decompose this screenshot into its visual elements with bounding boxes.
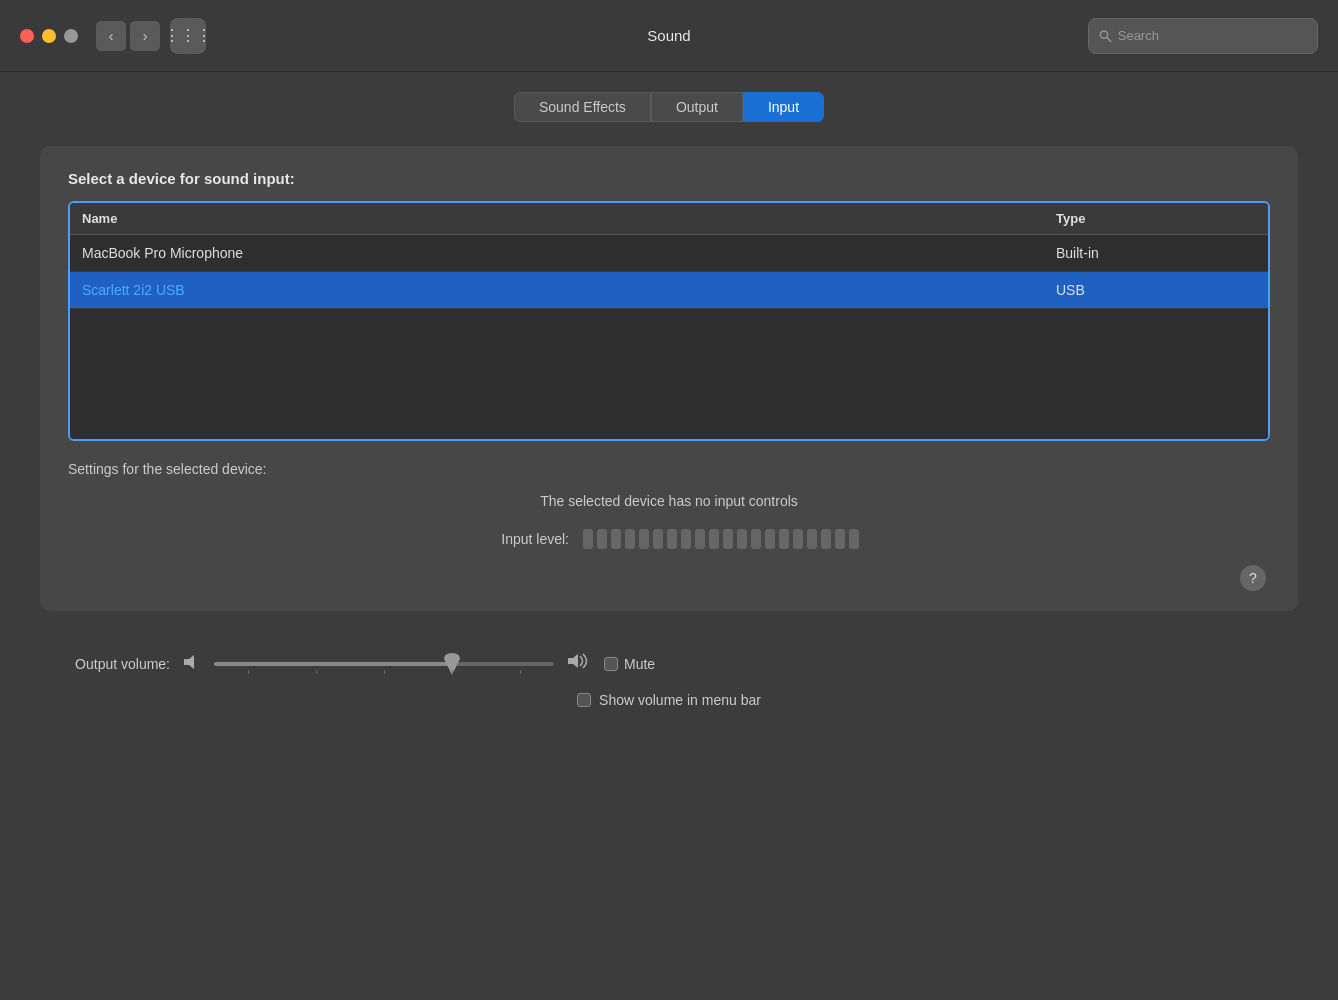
device-name-0: MacBook Pro Microphone bbox=[82, 245, 1056, 261]
forward-button[interactable]: › bbox=[130, 21, 160, 51]
table-rows: MacBook Pro Microphone Built-in Scarlett… bbox=[70, 235, 1268, 439]
level-bar bbox=[653, 529, 663, 549]
titlebar: ‹ › ⋮⋮⋮ Sound bbox=[0, 0, 1338, 72]
grid-button[interactable]: ⋮⋮⋮ bbox=[170, 18, 206, 54]
show-volume-checkbox[interactable] bbox=[577, 693, 591, 707]
window-controls bbox=[20, 29, 78, 43]
level-bar bbox=[625, 529, 635, 549]
table-header: Name Type bbox=[70, 203, 1268, 235]
input-level-row: Input level: bbox=[68, 529, 1270, 549]
level-bar bbox=[807, 529, 817, 549]
show-volume-label: Show volume in menu bar bbox=[599, 692, 761, 708]
svg-marker-2 bbox=[184, 655, 194, 669]
table-empty-area bbox=[70, 309, 1268, 439]
output-volume-row: Output volume: bbox=[40, 651, 1298, 676]
main-content: Sound Effects Output Input Select a devi… bbox=[0, 72, 1338, 631]
level-bar bbox=[611, 529, 621, 549]
level-bars bbox=[583, 529, 859, 549]
level-bar bbox=[709, 529, 719, 549]
level-bar bbox=[723, 529, 733, 549]
output-volume-label: Output volume: bbox=[40, 656, 170, 672]
level-bar bbox=[583, 529, 593, 549]
settings-label: Settings for the selected device: bbox=[68, 461, 1270, 477]
minimize-button[interactable] bbox=[42, 29, 56, 43]
mute-label: Mute bbox=[624, 656, 655, 672]
svg-point-0 bbox=[1100, 30, 1107, 37]
level-bar bbox=[779, 529, 789, 549]
table-row[interactable]: MacBook Pro Microphone Built-in bbox=[70, 235, 1268, 272]
col-type-header: Type bbox=[1056, 211, 1256, 226]
col-name-header: Name bbox=[82, 211, 1056, 226]
device-type-0: Built-in bbox=[1056, 245, 1256, 261]
level-bar bbox=[667, 529, 677, 549]
settings-panel: Select a device for sound input: Name Ty… bbox=[40, 146, 1298, 611]
volume-high-icon bbox=[566, 651, 592, 676]
back-button[interactable]: ‹ bbox=[96, 21, 126, 51]
volume-slider-wrapper[interactable] bbox=[214, 662, 554, 666]
help-btn-row: ? bbox=[68, 565, 1270, 591]
nav-buttons: ‹ › bbox=[96, 21, 160, 51]
search-box[interactable] bbox=[1088, 18, 1318, 54]
tab-input[interactable]: Input bbox=[743, 92, 824, 122]
level-bar bbox=[849, 529, 859, 549]
window-title: Sound bbox=[647, 27, 690, 44]
slider-ticks bbox=[214, 670, 554, 674]
tabs-row: Sound Effects Output Input bbox=[40, 92, 1298, 122]
level-bar bbox=[751, 529, 761, 549]
level-bar bbox=[695, 529, 705, 549]
level-bar bbox=[793, 529, 803, 549]
back-icon: ‹ bbox=[109, 28, 114, 44]
close-button[interactable] bbox=[20, 29, 34, 43]
panel-title: Select a device for sound input: bbox=[68, 170, 1270, 187]
svg-marker-3 bbox=[568, 654, 578, 668]
mute-checkbox[interactable] bbox=[604, 657, 618, 671]
table-row[interactable]: Scarlett 2i2 USB USB bbox=[70, 272, 1268, 309]
volume-slider-track[interactable] bbox=[214, 662, 554, 666]
tab-sound-effects[interactable]: Sound Effects bbox=[514, 92, 651, 122]
tab-output[interactable]: Output bbox=[651, 92, 743, 122]
bottom-bar: Output volume: bbox=[0, 631, 1338, 722]
device-table: Name Type MacBook Pro Microphone Built-i… bbox=[68, 201, 1270, 441]
grid-icon: ⋮⋮⋮ bbox=[164, 26, 212, 45]
svg-line-1 bbox=[1107, 37, 1111, 41]
forward-icon: › bbox=[143, 28, 148, 44]
level-bar bbox=[639, 529, 649, 549]
device-name-1: Scarlett 2i2 USB bbox=[82, 282, 1056, 298]
search-icon bbox=[1099, 29, 1112, 43]
no-controls-text: The selected device has no input control… bbox=[68, 493, 1270, 509]
level-bar bbox=[835, 529, 845, 549]
device-type-1: USB bbox=[1056, 282, 1256, 298]
level-bar bbox=[681, 529, 691, 549]
level-bar bbox=[765, 529, 775, 549]
volume-low-icon bbox=[182, 652, 202, 676]
search-input[interactable] bbox=[1118, 28, 1307, 43]
level-bar bbox=[737, 529, 747, 549]
level-bar bbox=[821, 529, 831, 549]
level-bar bbox=[597, 529, 607, 549]
mute-row: Mute bbox=[604, 656, 655, 672]
show-volume-row: Show volume in menu bar bbox=[40, 692, 1298, 708]
maximize-button[interactable] bbox=[64, 29, 78, 43]
volume-slider-fill bbox=[214, 662, 452, 666]
help-button[interactable]: ? bbox=[1240, 565, 1266, 591]
input-level-label: Input level: bbox=[479, 531, 569, 547]
